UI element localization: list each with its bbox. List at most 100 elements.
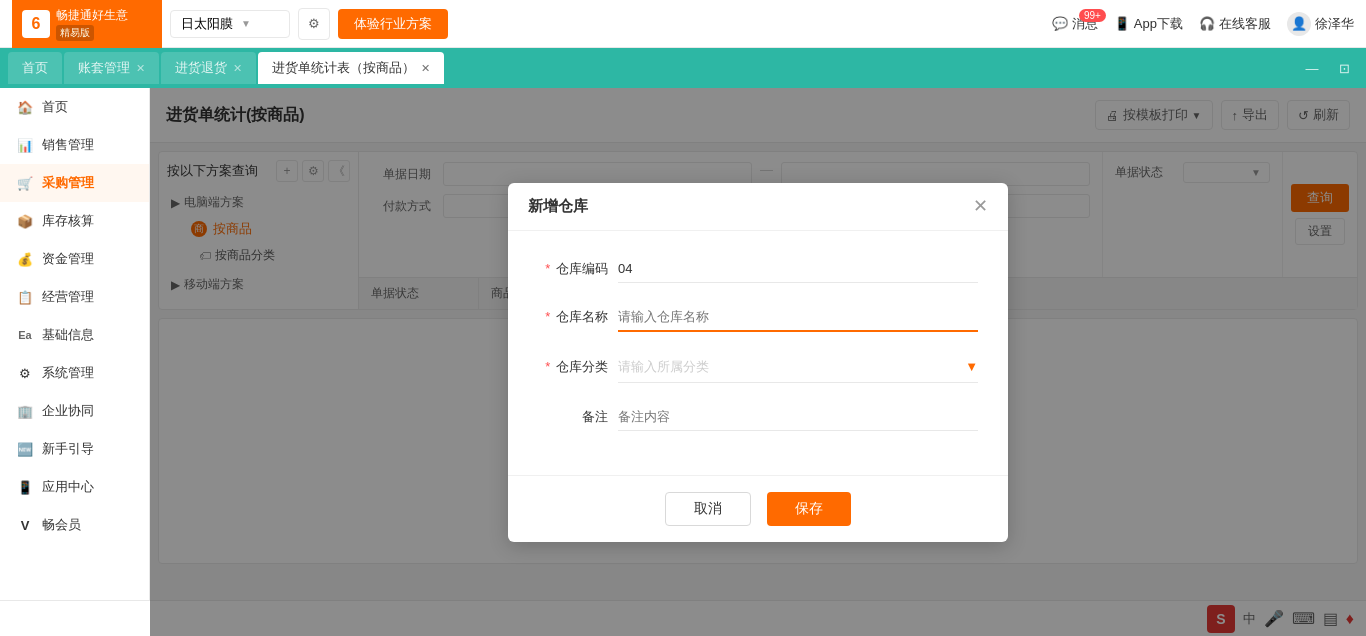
category-select[interactable]: 请输入所属分类 ▼ (618, 352, 978, 383)
purchase-icon: 🛒 (16, 174, 34, 192)
vip-icon: V (16, 516, 34, 534)
cancel-button[interactable]: 取消 (665, 492, 751, 526)
tab-bar: 首页 账套管理 ✕ 进货退货 ✕ 进货单统计表（按商品） ✕ — ⊡ (0, 48, 1366, 88)
code-label: * 仓库编码 (538, 260, 618, 278)
inventory-icon: 📦 (16, 212, 34, 230)
sidebar-item-system[interactable]: ⚙ 系统管理 (0, 354, 149, 392)
sidebar-label-app: 应用中心 (42, 478, 94, 496)
headset-icon: 🎧 (1199, 16, 1215, 31)
operations-icon: 📋 (16, 288, 34, 306)
finance-icon: 💰 (16, 250, 34, 268)
dialog-close-button[interactable]: ✕ (973, 197, 988, 215)
message-button[interactable]: 💬 消息 99+ (1052, 15, 1098, 33)
sidebar-item-basic-info[interactable]: Ea 基础信息 (0, 316, 149, 354)
tab-minimize-button[interactable]: — (1298, 54, 1326, 82)
logo-area: 6 畅捷通好生意 精易版 (12, 0, 162, 48)
avatar-icon: 👤 (1287, 12, 1311, 36)
tab-stats-label: 进货单统计表（按商品） (272, 59, 415, 77)
warehouse-name-input[interactable] (618, 303, 978, 332)
sidebar-label-sales: 销售管理 (42, 136, 94, 154)
enterprise-icon: 🏢 (16, 402, 34, 420)
tab-stats-close[interactable]: ✕ (421, 62, 430, 75)
sales-icon: 📊 (16, 136, 34, 154)
message-badge: 99+ (1079, 9, 1106, 22)
sidebar-label-basic: 基础信息 (42, 326, 94, 344)
tab-account-label: 账套管理 (78, 59, 130, 77)
warehouse-category-row: * 仓库分类 请输入所属分类 ▼ (538, 352, 978, 383)
sidebar-label-guide: 新手引导 (42, 440, 94, 458)
sidebar-label-inventory: 库存核算 (42, 212, 94, 230)
add-warehouse-dialog: 新增仓库 ✕ * 仓库编码 (508, 183, 1008, 542)
warehouse-code-input[interactable] (618, 255, 978, 283)
tab-return-close[interactable]: ✕ (233, 62, 242, 75)
sidebar-label-vip: 畅会员 (42, 516, 81, 534)
system-icon: ⚙ (16, 364, 34, 382)
app-center-icon: 📱 (16, 478, 34, 496)
warehouse-note-input[interactable] (618, 403, 978, 431)
sidebar-item-finance[interactable]: 💰 资金管理 (0, 240, 149, 278)
sidebar-label-system: 系统管理 (42, 364, 94, 382)
sidebar-label-home: 首页 (42, 98, 68, 116)
dialog-header: 新增仓库 ✕ (508, 183, 1008, 231)
note-label: 备注 (538, 408, 618, 426)
tab-account[interactable]: 账套管理 ✕ (64, 52, 159, 84)
sidebar-item-guide[interactable]: 🆕 新手引导 (0, 430, 149, 468)
sidebar-label-enterprise: 企业协同 (42, 402, 94, 420)
guide-icon: 🆕 (16, 440, 34, 458)
category-label: * 仓库分类 (538, 358, 618, 376)
tab-home-label: 首页 (22, 59, 48, 77)
sidebar-item-operations[interactable]: 📋 经营管理 (0, 278, 149, 316)
sidebar-item-app-center[interactable]: 📱 应用中心 (0, 468, 149, 506)
tab-bar-actions: — ⊡ (1298, 54, 1358, 82)
header-right: 💬 消息 99+ 📱 App下载 🎧 在线客服 👤 徐泽华 (1052, 12, 1354, 36)
sidebar-label-finance: 资金管理 (42, 250, 94, 268)
store-name: 日太阳膜 (181, 15, 233, 33)
logo-tag: 精易版 (56, 25, 94, 41)
save-button[interactable]: 保存 (767, 492, 851, 526)
sidebar-item-enterprise[interactable]: 🏢 企业协同 (0, 392, 149, 430)
home-icon: 🏠 (16, 98, 34, 116)
username: 徐泽华 (1315, 15, 1354, 33)
sidebar-item-home[interactable]: 🏠 首页 (0, 88, 149, 126)
main-layout: 🏠 首页 📊 销售管理 🛒 采购管理 📦 库存核算 💰 资金管理 📋 经 (0, 88, 1366, 636)
page-content: 进货单统计(按商品) 🖨 按模板打印 ▼ ↑ 导出 ↺ 刷新 (150, 88, 1366, 636)
sidebar-item-sales[interactable]: 📊 销售管理 (0, 126, 149, 164)
dialog-overlay: 新增仓库 ✕ * 仓库编码 (150, 88, 1366, 636)
dialog-footer: 取消 保存 (508, 475, 1008, 542)
sidebar: 🏠 首页 📊 销售管理 🛒 采购管理 📦 库存核算 💰 资金管理 📋 经 (0, 88, 150, 636)
tab-expand-button[interactable]: ⊡ (1330, 54, 1358, 82)
tab-purchase-stats[interactable]: 进货单统计表（按商品） ✕ (258, 52, 444, 84)
app-label: App下载 (1134, 15, 1183, 33)
settings-button[interactable]: ⚙ (298, 8, 330, 40)
sidebar-label-operations: 经营管理 (42, 288, 94, 306)
message-icon: 💬 (1052, 16, 1068, 31)
gear-icon: ⚙ (308, 16, 320, 31)
online-service-button[interactable]: 🎧 在线客服 (1199, 15, 1271, 33)
dialog-title: 新增仓库 (528, 197, 588, 216)
service-label: 在线客服 (1219, 15, 1271, 33)
tab-purchase-return[interactable]: 进货退货 ✕ (161, 52, 256, 84)
logo-icon: 6 (22, 10, 50, 38)
chevron-down-icon: ▼ (965, 359, 978, 374)
sidebar-item-vip[interactable]: V 畅会员 (0, 506, 149, 544)
name-label: * 仓库名称 (538, 308, 618, 326)
tab-account-close[interactable]: ✕ (136, 62, 145, 75)
category-placeholder: 请输入所属分类 (618, 358, 709, 376)
store-selector[interactable]: 日太阳膜 ▼ (170, 10, 290, 38)
dialog-body: * 仓库编码 * 仓库名称 (508, 231, 1008, 475)
top-header: 6 畅捷通好生意 精易版 日太阳膜 ▼ ⚙ 体验行业方案 💬 消息 99+ (0, 0, 1366, 48)
user-menu-button[interactable]: 👤 徐泽华 (1287, 12, 1354, 36)
warehouse-code-row: * 仓库编码 (538, 255, 978, 283)
chevron-down-icon: ▼ (241, 18, 251, 29)
app-download-button[interactable]: 📱 App下载 (1114, 15, 1183, 33)
basic-info-icon: Ea (16, 326, 34, 344)
trial-button[interactable]: 体验行业方案 (338, 9, 448, 39)
sidebar-item-inventory[interactable]: 📦 库存核算 (0, 202, 149, 240)
warehouse-note-row: 备注 (538, 403, 978, 431)
tab-home[interactable]: 首页 (8, 52, 62, 84)
warehouse-name-row: * 仓库名称 (538, 303, 978, 332)
sidebar-label-purchase: 采购管理 (42, 174, 94, 192)
tab-return-label: 进货退货 (175, 59, 227, 77)
sidebar-item-purchase[interactable]: 🛒 采购管理 (0, 164, 149, 202)
logo-text: 畅捷通好生意 (56, 7, 128, 24)
